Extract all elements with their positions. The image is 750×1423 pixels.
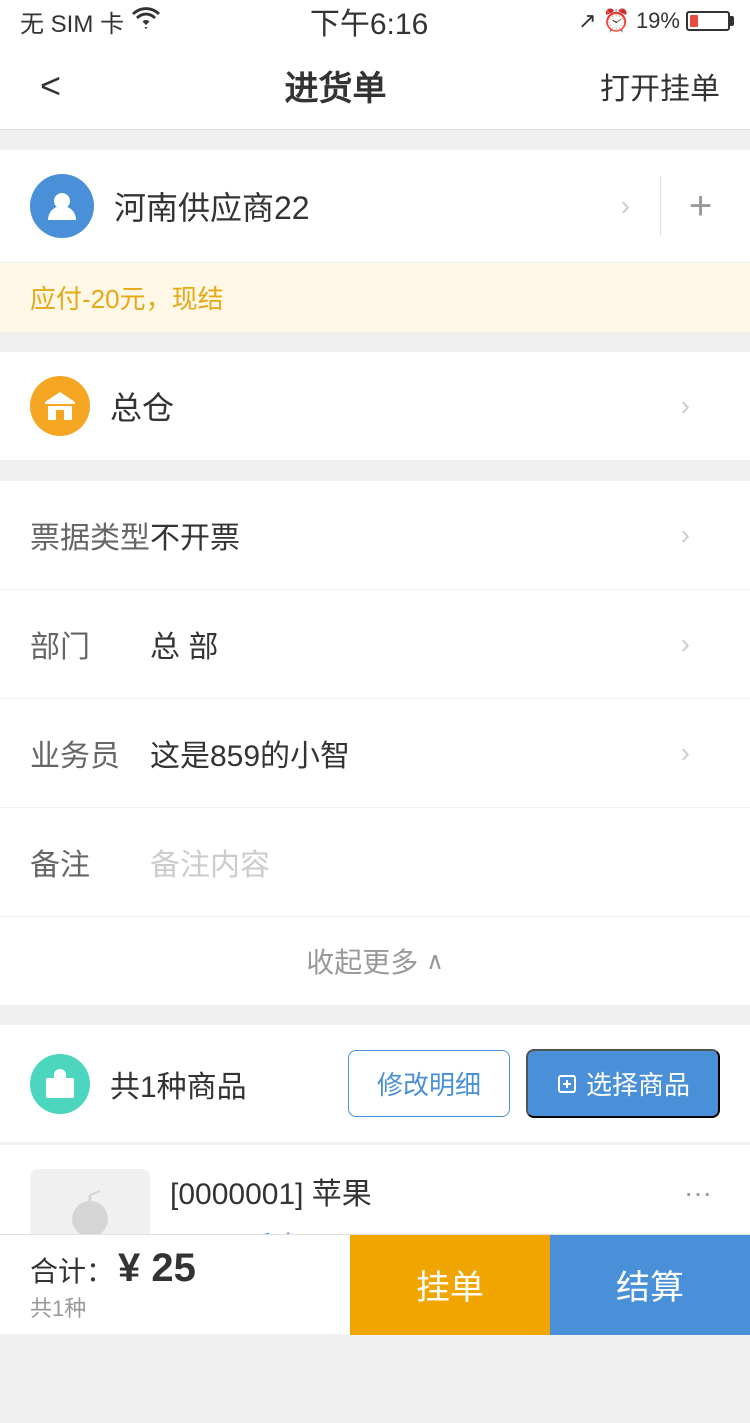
invoice-label: 票据类型 [30,513,150,557]
product-count: 共1种商品 [110,1062,348,1106]
hold-button[interactable]: 挂单 [350,1235,550,1335]
total-sub: 共1种 [30,1291,320,1323]
status-bar: 无 SIM 卡 下午6:16 ↗ ⏰ 19% [0,0,750,42]
product-title: 苹果 [312,1178,372,1211]
total-label: 合计： [30,1250,114,1290]
supplier-add-button[interactable]: + [660,176,720,236]
select-product-button[interactable]: 选择商品 [526,1049,720,1118]
top-divider [0,130,750,150]
warehouse-chevron-icon: › [681,390,690,422]
product-icon [30,1054,90,1114]
supplier-row[interactable]: 河南供应商22 › + [0,150,750,263]
total-amount: ¥ 25 [118,1246,196,1291]
salesperson-label: 业务员 [30,731,150,775]
page-title: 进货单 [285,61,387,110]
salesperson-chevron-icon: › [681,737,690,769]
warehouse-row[interactable]: 总仓 › [0,352,750,460]
supplier-name: 河南供应商22 [114,183,621,229]
supplier-section: 河南供应商22 › + 应付-20元，现结 [0,150,750,332]
open-hold-button[interactable]: 打开挂单 [600,64,720,108]
product-more-button[interactable]: ··· [676,1169,720,1217]
note-value[interactable]: 备注内容 [150,840,720,884]
note-label: 备注 [30,840,150,884]
status-left: 无 SIM 卡 [20,4,160,39]
nav-bar: < 进货单 打开挂单 [0,42,750,130]
footer: 合计： ¥ 25 共1种 挂单 结算 [0,1234,750,1334]
dept-chevron-icon: › [681,628,690,660]
settle-button[interactable]: 结算 [550,1235,750,1335]
dept-label: 部门 [30,622,150,666]
battery-icon [686,11,730,31]
product-header: 共1种商品 修改明细 选择商品 [0,1025,750,1142]
total-row: 合计： ¥ 25 [30,1246,320,1291]
status-right: ↗ ⏰ 19% [578,8,730,34]
chevron-right-icon: › [621,190,630,222]
location-icon: ↗ [578,8,596,34]
salesperson-value: 这是859的小智 [150,731,681,775]
note-row[interactable]: 备注 备注内容 [0,807,750,916]
invoice-row[interactable]: 票据类型 不开票 › [0,480,750,589]
battery-percent: 19% [636,8,680,34]
collapse-bar[interactable]: 收起更多 ∧ [0,916,750,1005]
wifi-icon [132,7,160,36]
product-id: [0000001] [170,1178,312,1211]
alarm-icon: ⏰ [603,8,630,34]
carrier-text: 无 SIM 卡 [20,4,124,39]
divider-1 [0,332,750,352]
divider-2 [0,460,750,480]
salesperson-row[interactable]: 业务员 这是859的小智 › [0,698,750,807]
collapse-icon: ∧ [426,947,444,976]
modify-detail-button[interactable]: 修改明细 [348,1050,510,1117]
warehouse-icon [30,376,90,436]
dept-value: 总 部 [150,622,681,666]
back-button[interactable]: < [30,55,71,117]
dept-row[interactable]: 部门 总 部 › [0,589,750,698]
form-section: 票据类型 不开票 › 部门 总 部 › 业务员 这是859的小智 › 备注 备注… [0,480,750,916]
status-time: 下午6:16 [310,0,428,43]
supplier-avatar [30,174,94,238]
select-product-label: 选择商品 [586,1065,690,1102]
warehouse-section: 总仓 › [0,352,750,460]
footer-total: 合计： ¥ 25 共1种 [0,1246,350,1323]
collapse-text: 收起更多 [306,941,418,981]
supplier-notice: 应付-20元，现结 [0,263,750,332]
product-name: [0000001] 苹果 [170,1169,676,1213]
warehouse-name: 总仓 [110,383,681,429]
invoice-value: 不开票 [150,513,681,557]
invoice-chevron-icon: › [681,519,690,551]
